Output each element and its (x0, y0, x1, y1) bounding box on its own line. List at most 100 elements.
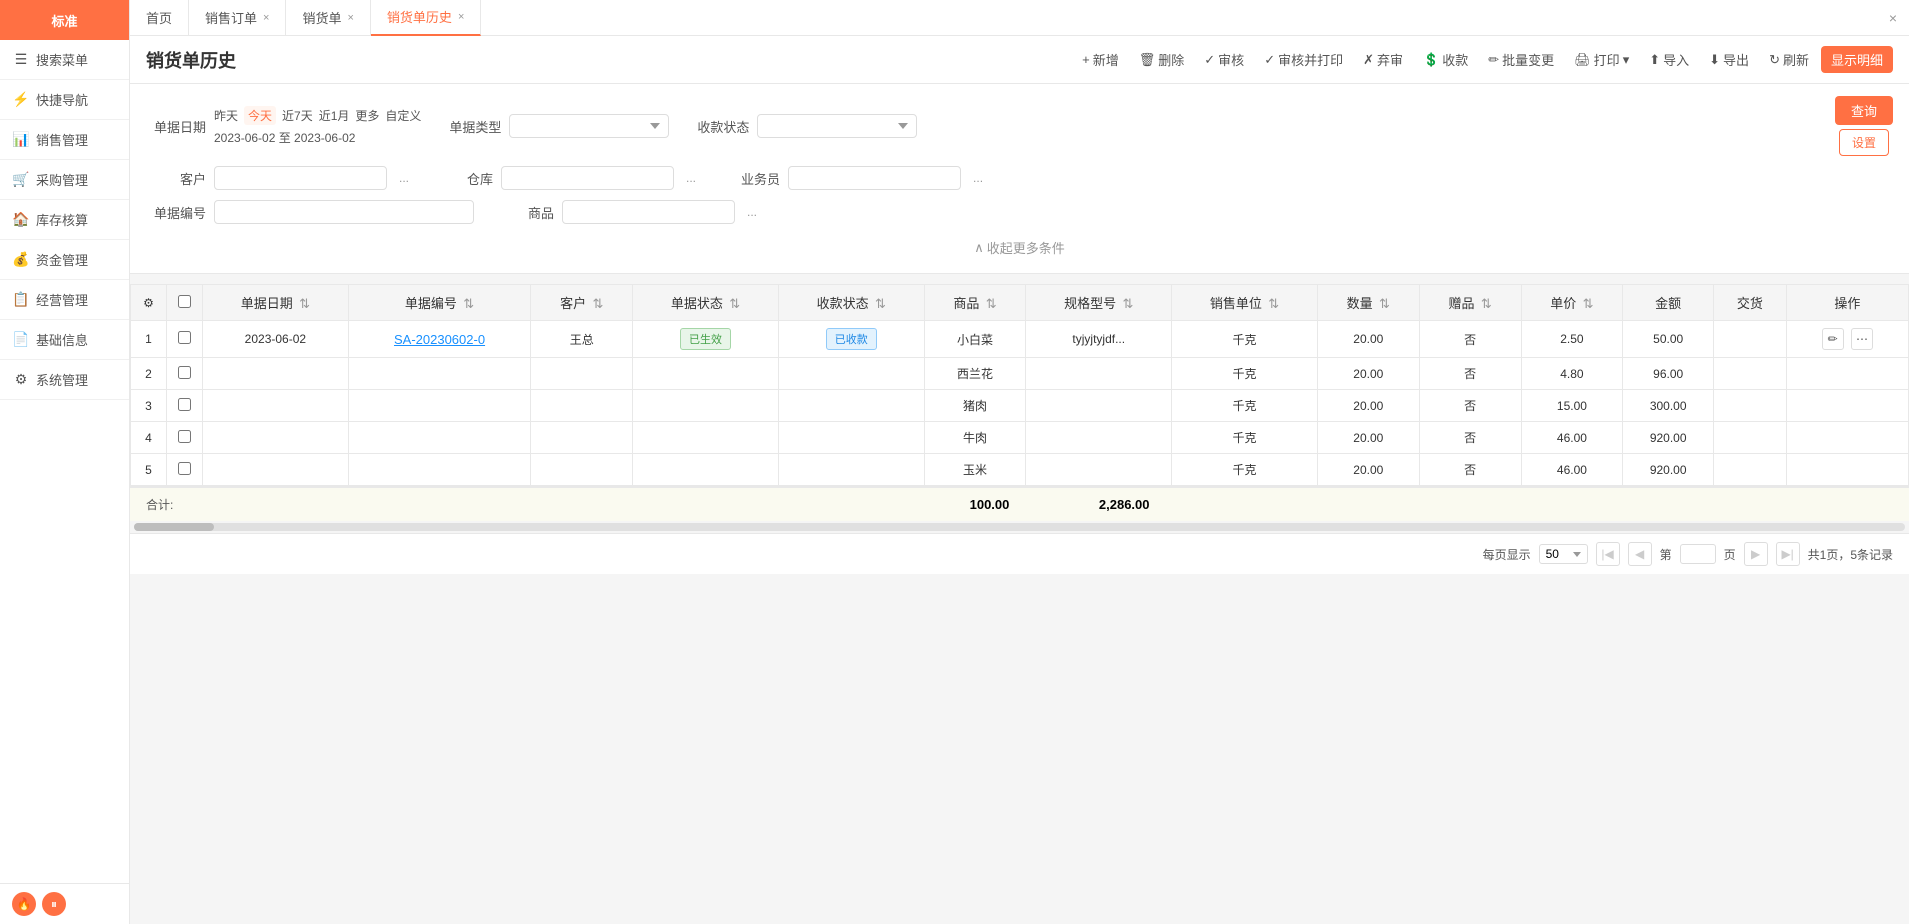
tab-sales-goods-history-close[interactable]: × (458, 11, 464, 23)
sys-mgmt-icon: ⚙ (12, 371, 30, 389)
row-checkbox-3[interactable] (178, 430, 191, 443)
row-checkbox-4[interactable] (178, 462, 191, 475)
sidebar-item-fund-mgmt[interactable]: 💰 资金管理 (0, 240, 129, 280)
doc-type-select[interactable] (509, 114, 669, 138)
export-button[interactable]: ⬇ 导出 (1701, 46, 1757, 73)
scroll-bar-track[interactable] (134, 523, 1905, 531)
warehouse-input[interactable] (501, 166, 674, 190)
date-shortcut-yesterday[interactable]: 昨天 (214, 107, 238, 124)
tab-sales-order[interactable]: 销售订单 × (189, 0, 286, 36)
tab-sales-goods-close[interactable]: × (347, 12, 353, 24)
date-shortcut-today[interactable]: 今天 (244, 106, 276, 125)
add-icon: + (1082, 52, 1090, 67)
sidebar-pause-btn[interactable]: ⏸ (42, 892, 66, 916)
sort-customer-icon[interactable]: ⇅ (592, 296, 603, 311)
date-shortcut-7days[interactable]: 近7天 (282, 107, 313, 124)
page-number-input[interactable]: 1 (1680, 544, 1716, 564)
doc-number-input[interactable] (214, 200, 474, 224)
tab-sales-goods[interactable]: 销货单 × (286, 0, 370, 36)
salesman-input[interactable] (788, 166, 961, 190)
table-row: 3猪肉千克20.00否15.00300.00 (131, 390, 1909, 422)
collect-button[interactable]: 💲 收款 (1415, 46, 1476, 73)
row-checkbox-1[interactable] (178, 366, 191, 379)
customer-input[interactable] (214, 166, 387, 190)
settings-button[interactable]: 设置 (1839, 129, 1889, 156)
query-button[interactable]: 查询 (1835, 96, 1893, 125)
date-shortcut-1month[interactable]: 近1月 (319, 107, 350, 124)
customer-ellipsis[interactable]: ... (395, 171, 413, 185)
op-edit-btn[interactable]: ✏ (1822, 328, 1844, 350)
col-checkbox[interactable] (167, 285, 203, 321)
sidebar-item-basic-info[interactable]: 📄 基础信息 (0, 320, 129, 360)
refresh-button[interactable]: ↻ 刷新 (1761, 46, 1817, 73)
page-prev-btn[interactable]: ◀ (1628, 542, 1652, 566)
sort-spec-icon[interactable]: ⇅ (1123, 296, 1134, 311)
sidebar-item-search-menu[interactable]: ☰ 搜索菜单 (0, 40, 129, 80)
goods-input[interactable] (562, 200, 735, 224)
sort-gift-icon[interactable]: ⇅ (1481, 296, 1492, 311)
tab-sales-goods-history[interactable]: 销货单历史 × (371, 0, 481, 36)
discard-button[interactable]: ✗ 弃审 (1355, 46, 1411, 73)
row-checkbox-0[interactable] (178, 331, 191, 344)
salesman-ellipsis[interactable]: ... (969, 171, 987, 185)
page-size-select[interactable]: 20 50 100 200 (1539, 544, 1588, 564)
sidebar-item-purchase-mgmt[interactable]: 🛒 采购管理 (0, 160, 129, 200)
sidebar-item-quick-nav[interactable]: ⚡ 快捷导航 (0, 80, 129, 120)
sort-doc-date-icon[interactable]: ⇅ (299, 296, 310, 311)
sort-sales-unit-icon[interactable]: ⇅ (1268, 296, 1279, 311)
filter-row-3: 单据编号 商品 ... (146, 200, 1893, 224)
toolbar: + 新增 🗑 删除 ✓ 审核 ✓ 审核并打印 ✗ 弃审 (1074, 46, 1893, 73)
cell-operation (1786, 454, 1908, 486)
salesman-filter-item: 业务员 ... (720, 166, 987, 190)
cell-checkbox[interactable] (167, 422, 203, 454)
print-button[interactable]: 🖨 打印 ▾ (1566, 46, 1637, 73)
sidebar-item-sales-mgmt[interactable]: 📊 销售管理 (0, 120, 129, 160)
warehouse-ellipsis[interactable]: ... (682, 171, 700, 185)
row-checkbox-2[interactable] (178, 398, 191, 411)
sort-unit-price-icon[interactable]: ⇅ (1583, 296, 1594, 311)
sidebar-fire-btn[interactable]: 🔥 (12, 892, 36, 916)
date-shortcut-custom[interactable]: 自定义 (385, 107, 421, 124)
cell-checkbox[interactable] (167, 390, 203, 422)
scroll-bar-container[interactable] (130, 521, 1909, 533)
review-print-button[interactable]: ✓ 审核并打印 (1256, 46, 1351, 73)
filter-row-1: 单据日期 昨天 今天 近7天 近1月 更多 自定义 2023-06-02 至 2… (146, 96, 1893, 156)
page-first-btn[interactable]: |◀ (1596, 542, 1620, 566)
sidebar-item-ops-mgmt[interactable]: 📋 经营管理 (0, 280, 129, 320)
cell-checkbox[interactable] (167, 358, 203, 390)
collapse-row: ∧ 收起更多条件 (146, 234, 1893, 261)
cell-doc-date (203, 454, 349, 486)
scroll-bar-thumb[interactable] (134, 523, 214, 531)
batch-change-button[interactable]: ✏ 批量变更 (1480, 46, 1562, 73)
payment-status-select[interactable] (757, 114, 917, 138)
show-detail-button[interactable]: 显示明细 (1821, 46, 1893, 73)
import-button[interactable]: ⬆ 导入 (1641, 46, 1697, 73)
delete-button[interactable]: 🗑 删除 (1131, 46, 1193, 73)
select-all-checkbox[interactable] (178, 295, 191, 308)
cell-doc-number[interactable]: SA-20230602-0 (348, 321, 531, 358)
page-last-btn[interactable]: ▶| (1776, 542, 1800, 566)
cell-goods: 猪肉 (924, 390, 1026, 422)
sort-payment-status-icon[interactable]: ⇅ (875, 296, 886, 311)
cell-checkbox[interactable] (167, 454, 203, 486)
tab-home[interactable]: 首页 (130, 0, 189, 36)
goods-ellipsis[interactable]: ... (743, 205, 761, 219)
collect-icon: 💲 (1423, 52, 1439, 68)
sort-goods-icon[interactable]: ⇅ (986, 296, 997, 311)
sidebar-item-sys-mgmt[interactable]: ⚙ 系统管理 (0, 360, 129, 400)
cell-checkbox[interactable] (167, 321, 203, 358)
page-next-btn[interactable]: ▶ (1744, 542, 1768, 566)
op-more-btn[interactable]: ⋯ (1851, 328, 1873, 350)
window-close-btn[interactable]: × (1889, 10, 1897, 26)
sort-doc-status-icon[interactable]: ⇅ (729, 296, 740, 311)
review-button[interactable]: ✓ 审核 (1196, 46, 1252, 73)
collapse-button[interactable]: ∧ 收起更多条件 (974, 238, 1065, 257)
review-print-icon: ✓ (1264, 52, 1275, 68)
add-button[interactable]: + 新增 (1074, 46, 1127, 73)
sidebar-item-inventory-calc[interactable]: 🏠 库存核算 (0, 200, 129, 240)
col-settings[interactable]: ⚙ (131, 285, 167, 321)
sort-quantity-icon[interactable]: ⇅ (1379, 296, 1390, 311)
tab-sales-order-close[interactable]: × (263, 12, 269, 24)
sort-doc-number-icon[interactable]: ⇅ (463, 296, 474, 311)
date-shortcut-more[interactable]: 更多 (355, 107, 379, 124)
